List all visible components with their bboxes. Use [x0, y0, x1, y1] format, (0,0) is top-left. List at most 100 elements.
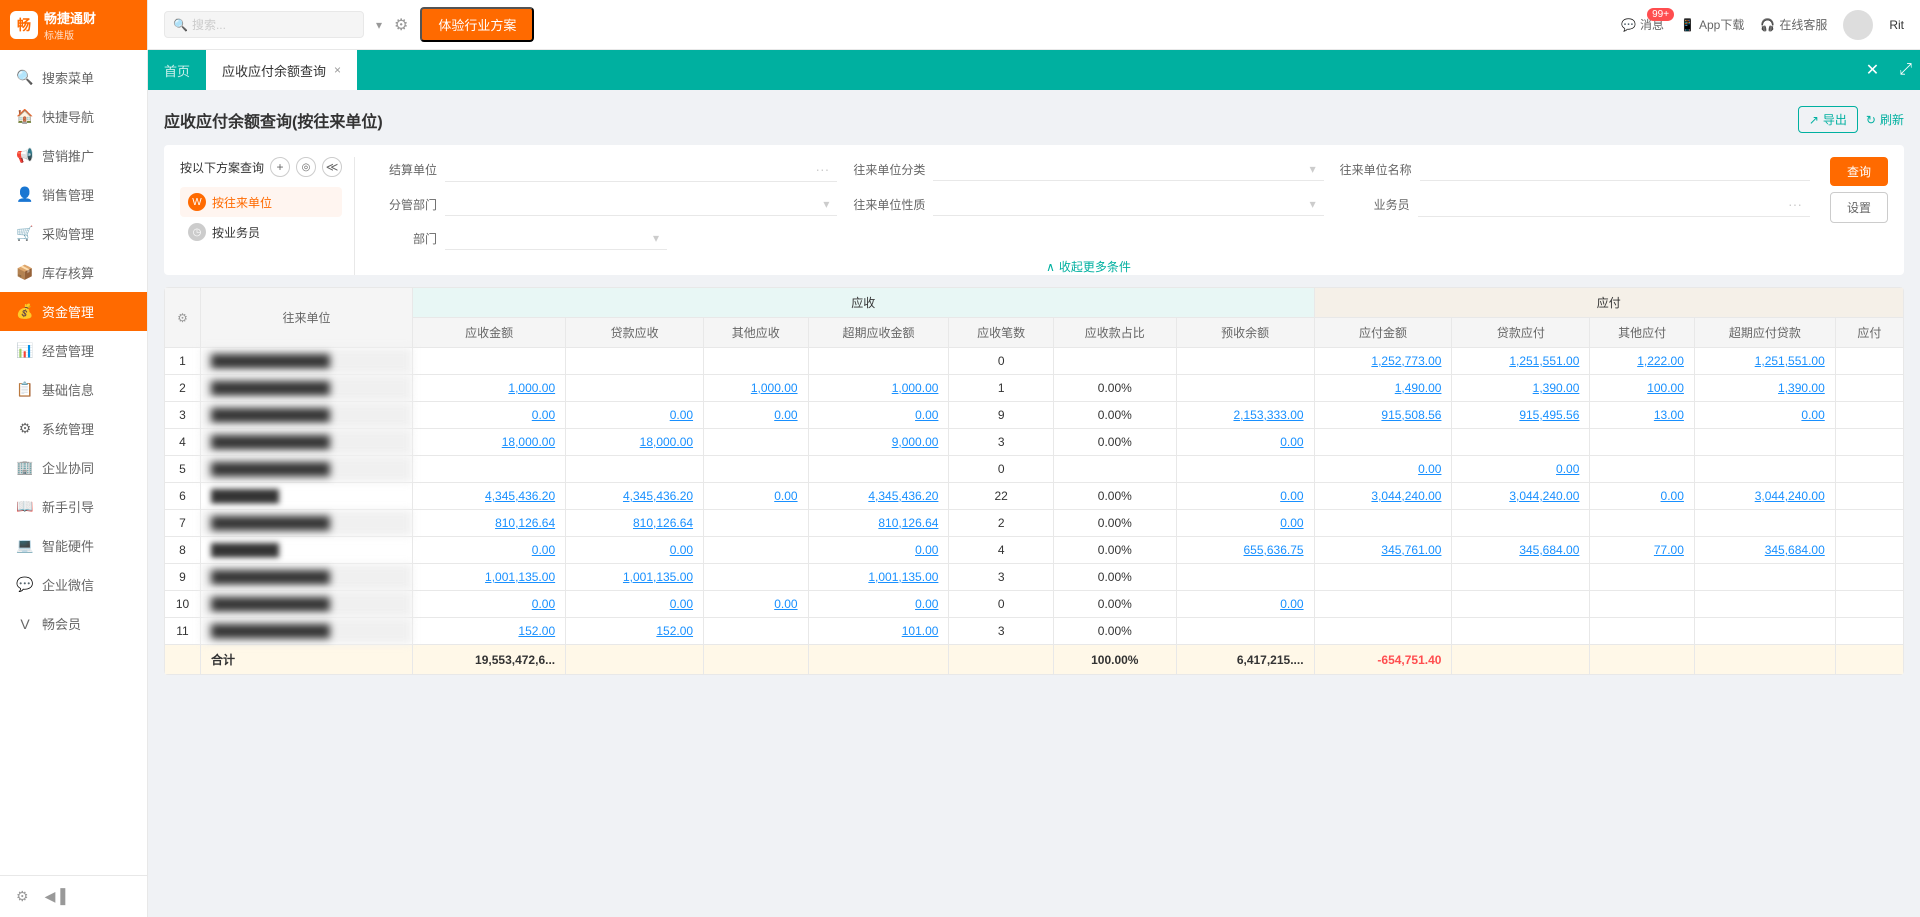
- cell-ap_other[interactable]: 100.00: [1590, 375, 1695, 402]
- window-close-btn[interactable]: ✕: [1854, 60, 1891, 80]
- link-ar_loan[interactable]: 1,001,135.00: [623, 570, 693, 584]
- link-ar_loan[interactable]: 152.00: [656, 624, 693, 638]
- username-label[interactable]: Rit: [1889, 18, 1904, 32]
- cell-ap_amt[interactable]: [1314, 510, 1452, 537]
- sidebar-item-guide[interactable]: 📖 新手引导: [0, 487, 147, 526]
- wanglai-name-input[interactable]: [1420, 158, 1810, 181]
- link-ap_loan[interactable]: 915,495.56: [1519, 408, 1579, 422]
- cell-ap_rest[interactable]: [1835, 375, 1903, 402]
- cell-ar_prepay[interactable]: 0.00: [1176, 429, 1314, 456]
- cell-ar_amt[interactable]: 0.00: [413, 537, 566, 564]
- settings-gear-icon[interactable]: ⚙: [394, 15, 408, 35]
- cell-ap_loan[interactable]: 3,044,240.00: [1452, 483, 1590, 510]
- sidebar-item-sales[interactable]: 👤 销售管理: [0, 175, 147, 214]
- link-ar_loan[interactable]: 810,126.64: [633, 516, 693, 530]
- sidebar-collapse-btn[interactable]: ◀▐: [45, 888, 66, 905]
- cell-ar_prepay[interactable]: 0.00: [1176, 510, 1314, 537]
- cell-ar_amt[interactable]: 810,126.64: [413, 510, 566, 537]
- cell-ar_other[interactable]: [704, 456, 809, 483]
- cell-ar_prepay[interactable]: [1176, 564, 1314, 591]
- scheme-by-salesman[interactable]: ◷ 按业务员: [180, 217, 342, 247]
- cell-ap_rest[interactable]: [1835, 456, 1903, 483]
- cell-ar_loan[interactable]: 0.00: [566, 537, 704, 564]
- link-ar_loan[interactable]: 18,000.00: [640, 435, 693, 449]
- cell-ar_amt[interactable]: [413, 348, 566, 375]
- cell-ap_other[interactable]: [1590, 564, 1695, 591]
- window-expand-btn[interactable]: ⤢: [1891, 61, 1920, 79]
- cell-ap_rest[interactable]: [1835, 348, 1903, 375]
- cell-ap_loan[interactable]: [1452, 429, 1590, 456]
- jiesuan-dots-icon[interactable]: ···: [815, 161, 829, 177]
- link-ap_amt[interactable]: 1,252,773.00: [1371, 354, 1441, 368]
- cell-ap_amt[interactable]: 0.00: [1314, 456, 1452, 483]
- link-ar_prepay[interactable]: 2,153,333.00: [1233, 408, 1303, 422]
- sidebar-settings-btn[interactable]: ⚙: [16, 888, 29, 905]
- cell-ap_rest[interactable]: [1835, 618, 1903, 645]
- link-ar_prepay[interactable]: 655,636.75: [1243, 543, 1303, 557]
- cell-ar_loan[interactable]: 1,001,135.00: [566, 564, 704, 591]
- cell-ap_other[interactable]: [1590, 510, 1695, 537]
- link-ar_prepay[interactable]: 0.00: [1280, 435, 1303, 449]
- sidebar-item-search[interactable]: 🔍 搜索菜单: [0, 58, 147, 97]
- messages-button[interactable]: 💬 消息 99+: [1621, 16, 1664, 33]
- cell-ar_loan[interactable]: 4,345,436.20: [566, 483, 704, 510]
- cell-ar_overdue[interactable]: 0.00: [808, 402, 949, 429]
- sidebar-item-marketing[interactable]: 📢 营销推广: [0, 136, 147, 175]
- link-ar_amt[interactable]: 0.00: [532, 543, 555, 557]
- user-avatar[interactable]: [1843, 10, 1873, 40]
- cell-ap_amt[interactable]: [1314, 429, 1452, 456]
- cell-ar_other[interactable]: [704, 429, 809, 456]
- link-ap_loan[interactable]: 0.00: [1556, 462, 1579, 476]
- sidebar-item-operation[interactable]: 📊 经营管理: [0, 331, 147, 370]
- link-ar_overdue[interactable]: 1,000.00: [892, 381, 939, 395]
- link-ar_overdue[interactable]: 0.00: [915, 543, 938, 557]
- collapse-more-btn[interactable]: ∧ 收起更多条件: [367, 258, 1810, 275]
- cell-ar_other[interactable]: [704, 618, 809, 645]
- cell-ar_loan[interactable]: [566, 375, 704, 402]
- online-service-button[interactable]: 🎧 在线客服: [1760, 16, 1827, 33]
- cell-ar_amt[interactable]: 0.00: [413, 402, 566, 429]
- link-ar_amt[interactable]: 4,345,436.20: [485, 489, 555, 503]
- cell-ap_other[interactable]: 77.00: [1590, 537, 1695, 564]
- setting-button[interactable]: 设置: [1830, 192, 1888, 223]
- link-ap_amt[interactable]: 1,490.00: [1395, 381, 1442, 395]
- cell-ap_loan[interactable]: 0.00: [1452, 456, 1590, 483]
- sidebar-item-enterprise[interactable]: 🏢 企业协同: [0, 448, 147, 487]
- cell-ap_amt[interactable]: 1,252,773.00: [1314, 348, 1452, 375]
- link-ap_amt[interactable]: 345,761.00: [1381, 543, 1441, 557]
- link-ap_loan[interactable]: 3,044,240.00: [1509, 489, 1579, 503]
- cell-ap_overdue[interactable]: [1694, 564, 1835, 591]
- link-ar_prepay[interactable]: 0.00: [1280, 489, 1303, 503]
- link-ar_overdue[interactable]: 4,345,436.20: [868, 489, 938, 503]
- cell-ap_amt[interactable]: 915,508.56: [1314, 402, 1452, 429]
- cell-ap_other[interactable]: [1590, 618, 1695, 645]
- cell-ar_overdue[interactable]: 1,001,135.00: [808, 564, 949, 591]
- cell-ap_overdue[interactable]: [1694, 456, 1835, 483]
- cell-ar_loan[interactable]: [566, 348, 704, 375]
- link-ap_loan[interactable]: 345,684.00: [1519, 543, 1579, 557]
- cell-ap_amt[interactable]: [1314, 591, 1452, 618]
- cell-ar_prepay[interactable]: [1176, 348, 1314, 375]
- link-ar_overdue[interactable]: 0.00: [915, 597, 938, 611]
- link-ap_loan[interactable]: 1,390.00: [1533, 381, 1580, 395]
- fenguan-select[interactable]: ▾: [445, 193, 837, 216]
- cell-ar_amt[interactable]: 1,001,135.00: [413, 564, 566, 591]
- link-ar_amt[interactable]: 1,001,135.00: [485, 570, 555, 584]
- cell-ar_overdue[interactable]: 101.00: [808, 618, 949, 645]
- cell-ar_prepay[interactable]: 0.00: [1176, 591, 1314, 618]
- cell-ar_overdue[interactable]: 0.00: [808, 537, 949, 564]
- cell-ap_amt[interactable]: 3,044,240.00: [1314, 483, 1452, 510]
- edit-scheme-btn[interactable]: ◎: [296, 157, 316, 177]
- cell-ar_overdue[interactable]: 1,000.00: [808, 375, 949, 402]
- link-ar_amt[interactable]: 0.00: [532, 408, 555, 422]
- cell-ar_other[interactable]: 0.00: [704, 483, 809, 510]
- wanglai-fenlei-select[interactable]: ▾: [933, 158, 1323, 181]
- cell-ap_loan[interactable]: 345,684.00: [1452, 537, 1590, 564]
- cell-ap_other[interactable]: 0.00: [1590, 483, 1695, 510]
- cell-ar_prepay[interactable]: [1176, 456, 1314, 483]
- promo-button[interactable]: 体验行业方案: [420, 7, 534, 42]
- bumen-select[interactable]: ▾: [445, 227, 667, 250]
- cell-ap_other[interactable]: [1590, 456, 1695, 483]
- tab-ar-ap[interactable]: 应收应付余额查询 ×: [206, 50, 357, 90]
- sidebar-item-quick[interactable]: 🏠 快捷导航: [0, 97, 147, 136]
